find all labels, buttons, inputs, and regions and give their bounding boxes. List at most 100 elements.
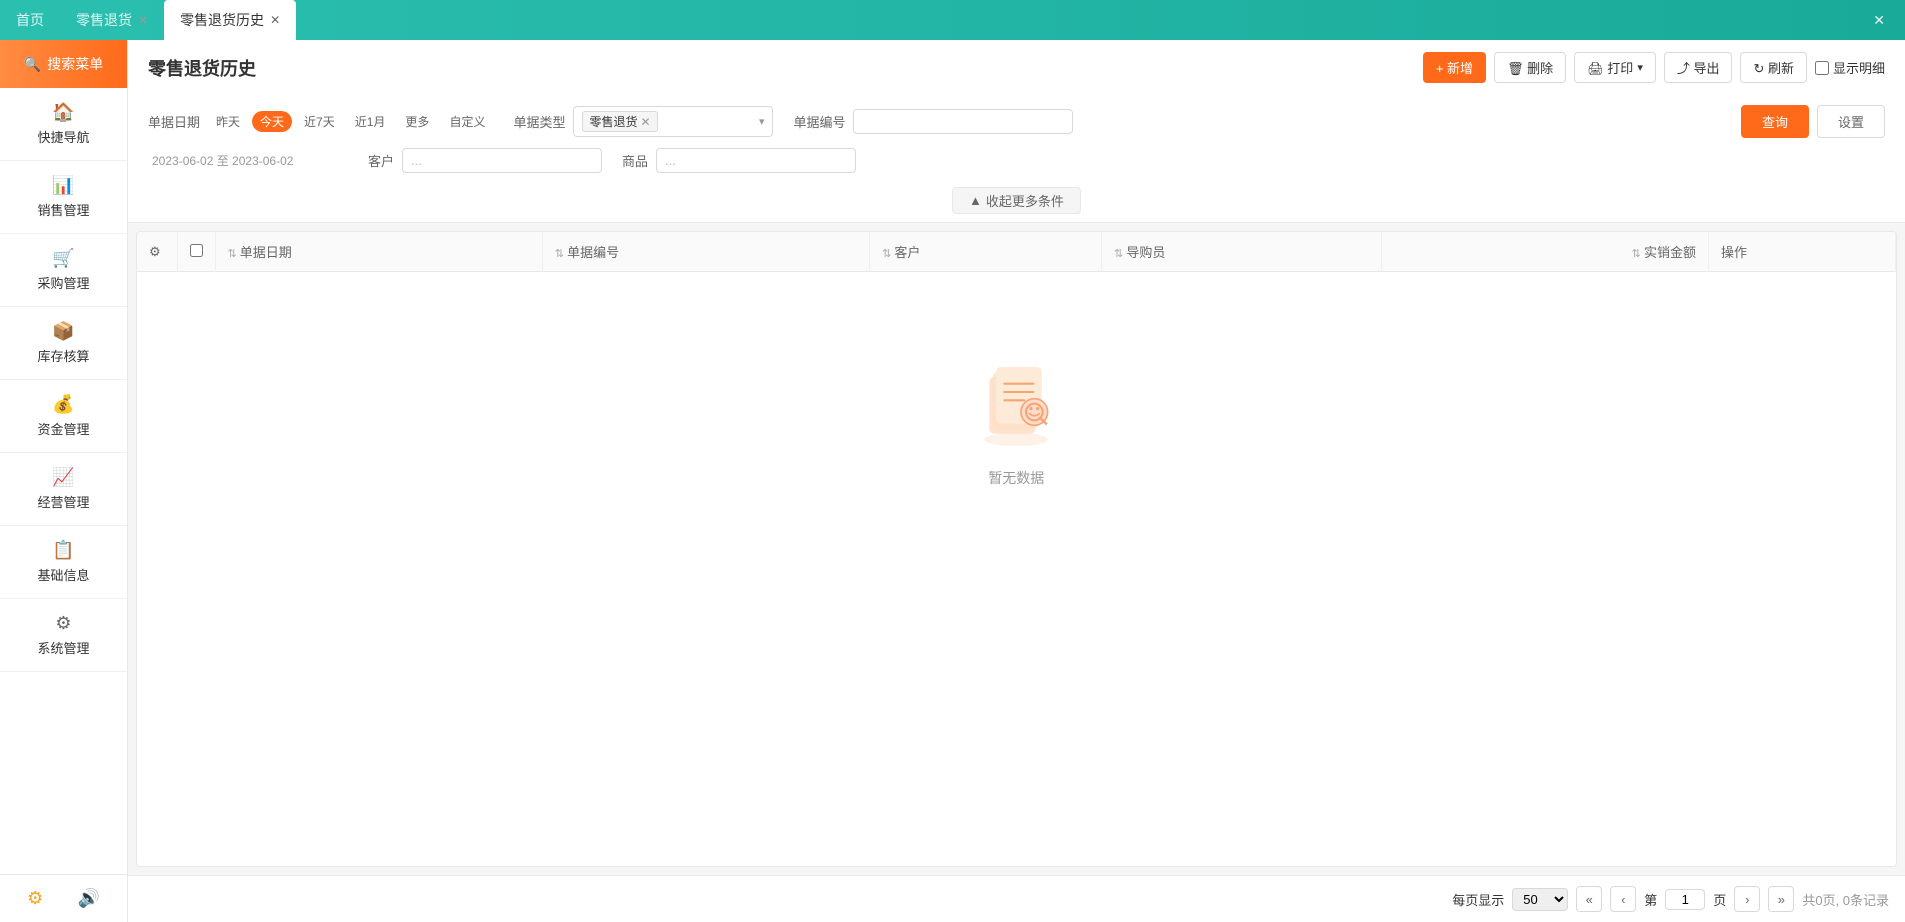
page-first-icon: «: [1586, 892, 1593, 907]
tab-home[interactable]: 首页: [0, 0, 60, 40]
sidebar-item-operations[interactable]: 📈 经营管理: [0, 453, 127, 526]
customer-filter: 客户 ...: [368, 148, 602, 173]
date-filter-group: 昨天 今天 近7天 近1月 更多 自定义: [208, 111, 493, 132]
data-table: ⚙ ⇅ 单据日期 ⇅ 单据编号: [137, 232, 1896, 568]
inventory-icon: 📦: [52, 321, 74, 342]
sidebar-item-sales[interactable]: 📊 销售管理: [0, 161, 127, 234]
date-btn-custom[interactable]: 自定义: [441, 111, 493, 132]
table-header: ⚙ ⇅ 单据日期 ⇅ 单据编号: [137, 232, 1896, 272]
page-summary: 共0页, 0条记录: [1802, 890, 1889, 909]
show-detail-checkbox[interactable]: 显示明细: [1815, 58, 1885, 77]
sidebar-item-shortcuts[interactable]: 🏠 快捷导航: [0, 88, 127, 161]
sidebar-item-inventory-label: 库存核算: [37, 346, 89, 365]
sort-date-icon: ⇅: [228, 248, 240, 260]
chevron-down-icon: ▾: [1637, 61, 1643, 74]
voucher-type-value: 零售退货: [589, 113, 637, 130]
date-btn-7days[interactable]: 近7天: [296, 111, 343, 132]
sidebar-search[interactable]: 🔍 搜索菜单: [0, 40, 127, 88]
date-btn-more[interactable]: 更多: [397, 111, 437, 132]
tab-retail-return-history-close[interactable]: ✕: [270, 13, 280, 27]
search-icon: 🔍: [24, 56, 41, 73]
date-filter-label: 单据日期: [148, 112, 200, 131]
sales-icon: 📊: [52, 175, 74, 196]
settings-bottom-icon[interactable]: ⚙: [27, 888, 43, 909]
th-date-label: 单据日期: [240, 245, 292, 260]
date-btn-today[interactable]: 今天: [252, 111, 292, 132]
th-check[interactable]: [177, 232, 215, 272]
voucher-no-filter: 单据编号: [793, 109, 1073, 134]
page-prev-icon: ‹: [1621, 892, 1625, 907]
customer-label: 客户: [368, 151, 394, 170]
th-no[interactable]: ⇅ 单据编号: [542, 232, 869, 272]
tab-retail-return-history[interactable]: 零售退货历史 ✕: [164, 0, 296, 40]
page-last-btn[interactable]: »: [1768, 886, 1794, 912]
new-button[interactable]: + 新增: [1423, 52, 1486, 83]
sort-customer-icon: ⇅: [882, 248, 894, 260]
speaker-icon[interactable]: 🔊: [77, 888, 99, 909]
delete-button[interactable]: 🗑 删除: [1494, 52, 1566, 83]
date-range-text: 2023-06-02 至 2023-06-02: [152, 154, 293, 168]
sidebar-item-inventory[interactable]: 📦 库存核算: [0, 307, 127, 380]
setting-button-label: 设置: [1838, 112, 1864, 131]
setting-button[interactable]: 设置: [1817, 105, 1885, 138]
th-guide[interactable]: ⇅ 导购员: [1102, 232, 1382, 272]
top-bar-close[interactable]: ✕: [1873, 12, 1905, 29]
home-icon: 🏠: [52, 102, 74, 123]
tab-retail-return-close[interactable]: ✕: [138, 13, 148, 27]
sidebar-item-basic-info[interactable]: 📋 基础信息: [0, 526, 127, 599]
refresh-button[interactable]: ↻ 刷新: [1740, 52, 1807, 83]
th-settings[interactable]: ⚙: [137, 232, 177, 272]
sidebar-item-purchase-label: 采购管理: [37, 273, 89, 292]
customer-placeholder: ...: [411, 153, 422, 168]
sidebar-item-system[interactable]: ⚙ 系统管理: [0, 599, 127, 672]
page-size-select[interactable]: 50 10 20 100: [1512, 888, 1568, 911]
show-detail-label: 显示明细: [1833, 58, 1885, 77]
page-label: 页: [1713, 890, 1726, 909]
date-btn-yesterday[interactable]: 昨天: [208, 111, 248, 132]
page-next-icon: ›: [1745, 892, 1749, 907]
voucher-type-tag: 零售退货 ✕: [582, 111, 657, 132]
select-all-checkbox[interactable]: [190, 244, 203, 257]
sidebar-item-system-label: 系统管理: [37, 638, 89, 657]
operations-icon: 📈: [52, 467, 74, 488]
sidebar-item-finance-label: 资金管理: [37, 419, 89, 438]
page-first-btn[interactable]: «: [1576, 886, 1602, 912]
sidebar-item-purchase[interactable]: 🛒 采购管理: [0, 234, 127, 307]
sort-no-icon: ⇅: [555, 248, 567, 260]
export-button[interactable]: ⤴ 导出: [1664, 52, 1733, 83]
settings-icon: ⚙: [149, 244, 161, 259]
collapse-bar: ▲ 收起更多条件: [148, 183, 1885, 222]
th-customer[interactable]: ⇅ 客户: [870, 232, 1102, 272]
tab-retail-return[interactable]: 零售退货 ✕: [60, 0, 164, 40]
customer-select[interactable]: ...: [402, 148, 602, 173]
page-number-input[interactable]: [1665, 889, 1705, 910]
collapse-label: 收起更多条件: [986, 191, 1064, 210]
collapse-button[interactable]: ▲ 收起更多条件: [952, 187, 1081, 214]
tag-close-icon[interactable]: ✕: [640, 115, 650, 129]
th-amount-label: 实销金额: [1644, 245, 1696, 260]
page-last-icon: »: [1778, 892, 1785, 907]
sidebar-item-finance[interactable]: 💰 资金管理: [0, 380, 127, 453]
print-button[interactable]: 🖨 打印 ▾: [1574, 52, 1656, 83]
voucher-no-label: 单据编号: [793, 112, 845, 131]
date-btn-1month[interactable]: 近1月: [347, 111, 394, 132]
page-header: 零售退货历史 + 新增 🗑 删除 🖨 打印 ▾ ⤴ 导出: [128, 40, 1905, 223]
sort-amount-icon: ⇅: [1632, 248, 1644, 260]
page-next-btn[interactable]: ›: [1734, 886, 1760, 912]
goods-select[interactable]: ...: [656, 148, 856, 173]
select-chevron-icon: ▾: [759, 115, 765, 128]
query-button[interactable]: 查询: [1741, 105, 1809, 138]
empty-state: 暂无数据: [137, 272, 1896, 568]
th-date[interactable]: ⇅ 单据日期: [215, 232, 542, 272]
th-amount[interactable]: ⇅ 实销金额: [1381, 232, 1708, 272]
th-guide-label: 导购员: [1126, 245, 1165, 260]
query-button-label: 查询: [1762, 112, 1788, 131]
page-actions: + 新增 🗑 删除 🖨 打印 ▾ ⤴ 导出 ↻ 刷新: [1423, 52, 1885, 83]
show-detail-input[interactable]: [1815, 61, 1829, 75]
export-button-label: ⤴ 导出: [1677, 58, 1720, 77]
new-button-label: + 新增: [1436, 58, 1473, 77]
voucher-type-select[interactable]: 零售退货 ✕ ▾: [573, 106, 773, 137]
voucher-no-input[interactable]: [853, 109, 1073, 134]
page-prev-btn[interactable]: ‹: [1610, 886, 1636, 912]
page-title: 零售退货历史: [148, 55, 256, 81]
